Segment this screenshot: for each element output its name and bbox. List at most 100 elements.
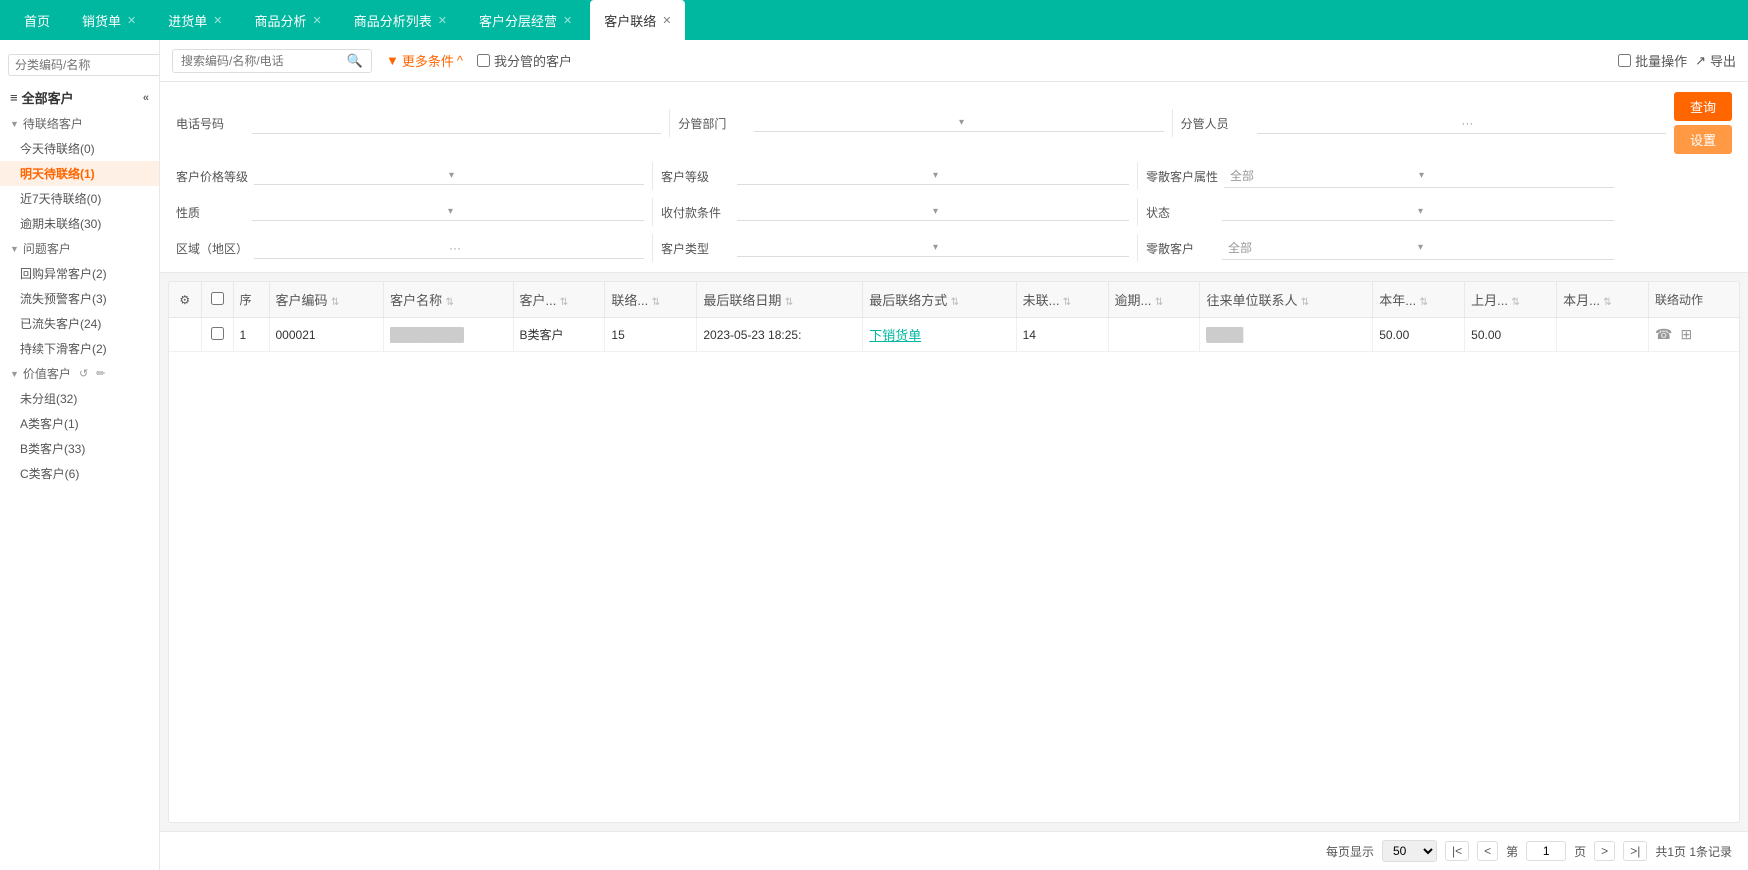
divider3 — [652, 162, 653, 190]
filter-price-grade-select[interactable]: ▾ — [254, 167, 644, 185]
filter-status-select[interactable]: ▾ — [1222, 203, 1614, 221]
sidebar-b-class[interactable]: B类客户(33) — [0, 436, 159, 461]
close-purchase-icon[interactable]: ✕ — [213, 14, 222, 27]
sidebar-churned[interactable]: 已流失客户(24) — [0, 311, 159, 336]
filter-region-select[interactable]: ··· — [254, 238, 644, 259]
value-refresh-icon[interactable]: ↺ — [79, 367, 88, 380]
more-filter-btn[interactable]: ▼ 更多条件 ^ — [380, 48, 469, 73]
filter-payment-select[interactable]: ▾ — [737, 203, 1129, 221]
data-table: ⚙ 序 客户编码 ⇅ 客户名称 ⇅ 客户... ⇅ 联络... ⇅ 最后联络日期… — [169, 282, 1739, 352]
filter-row-4: 区域（地区） ··· 客户类型 ▾ 零散客户 — [176, 234, 1732, 262]
page-size-select[interactable]: 50 100 200 — [1382, 840, 1437, 862]
sidebar-tomorrow-pending[interactable]: 明天待联络(1) — [0, 161, 159, 186]
row-checkbox[interactable] — [211, 327, 224, 340]
close-ct-icon[interactable]: ✕ — [563, 14, 572, 27]
th-contact-count[interactable]: 联络... ⇅ — [605, 282, 697, 318]
filter-phone-input[interactable] — [252, 113, 661, 134]
th-unit-contact[interactable]: 往来单位联系人 ⇅ — [1200, 282, 1373, 318]
sort-cc-icon: ⇅ — [652, 297, 660, 308]
sidebar-today-pending[interactable]: 今天待联络(0) — [0, 136, 159, 161]
filter-retail-customer-select[interactable]: 全部 ▾ — [1222, 236, 1614, 260]
col-settings[interactable]: ⚙ — [169, 282, 201, 318]
sidebar-collapse-icon[interactable]: « — [143, 92, 149, 104]
phone-action-icon[interactable]: ☎ — [1655, 326, 1672, 343]
close-pl-icon[interactable]: ✕ — [438, 14, 447, 27]
th-type[interactable]: 客户... ⇅ — [513, 282, 605, 318]
sidebar-churn-warning[interactable]: 流失预警客户(3) — [0, 286, 159, 311]
group-pending[interactable]: 待联络客户 — [0, 111, 159, 136]
filter-retail-attr-select[interactable]: 全部 ▾ — [1224, 164, 1614, 188]
person-dots-icon[interactable]: ··· — [1461, 116, 1660, 130]
nav-home[interactable]: 首页 — [10, 0, 64, 40]
nav-customer-tier[interactable]: 客户分层经营✕ — [465, 0, 586, 40]
sidebar-7days-pending[interactable]: 近7天待联络(0) — [0, 186, 159, 211]
batch-op-checkbox[interactable] — [1618, 54, 1631, 67]
select-all-checkbox[interactable] — [211, 292, 224, 305]
filter-customer-type-select[interactable]: ▾ — [737, 239, 1129, 257]
sidebar-ungroup[interactable]: 未分组(32) — [0, 386, 159, 411]
nav-product-list[interactable]: 商品分析列表✕ — [340, 0, 461, 40]
export-btn[interactable]: ↗ 导出 — [1695, 51, 1736, 70]
filter-dept: 分管部门 ▾ — [678, 114, 1163, 132]
th-last-month[interactable]: 上月... ⇅ — [1465, 282, 1557, 318]
col-check[interactable] — [201, 282, 233, 318]
page-number-input[interactable] — [1526, 841, 1566, 861]
close-cc-icon[interactable]: ✕ — [662, 14, 671, 27]
th-last-method[interactable]: 最后联络方式 ⇅ — [863, 282, 1016, 318]
nav-purchase[interactable]: 进货单✕ — [154, 0, 236, 40]
sidebar-a-class[interactable]: A类客户(1) — [0, 411, 159, 436]
prev-page-btn[interactable]: < — [1477, 841, 1498, 861]
th-unlink[interactable]: 未联... ⇅ — [1016, 282, 1108, 318]
my-customer-checkbox[interactable] — [477, 54, 490, 67]
filter-customer-grade-select[interactable]: ▾ — [737, 167, 1129, 185]
filter-dept-select[interactable]: ▾ — [754, 114, 1163, 132]
filter-customer-type-label: 客户类型 — [661, 240, 731, 257]
th-this-year[interactable]: 本年... ⇅ — [1373, 282, 1465, 318]
sidebar-search-input[interactable] — [8, 54, 160, 76]
set-button[interactable]: 设置 — [1674, 125, 1732, 154]
filter-row-3: 性质 ▾ 收付款条件 ▾ 状态 — [176, 198, 1732, 226]
next-page-btn[interactable]: > — [1594, 841, 1615, 861]
th-last-date[interactable]: 最后联络日期 ⇅ — [697, 282, 863, 318]
sidebar-c-class[interactable]: C类客户(6) — [0, 461, 159, 486]
nav-customer-contact[interactable]: 客户联络✕ — [590, 0, 685, 40]
search-icon[interactable]: 🔍 — [347, 53, 363, 69]
nav-product-analysis[interactable]: 商品分析✕ — [240, 0, 335, 40]
search-input[interactable] — [181, 54, 343, 68]
sort-uc-icon: ⇅ — [1301, 297, 1309, 308]
toolbar-search-box[interactable]: 🔍 — [172, 49, 372, 73]
group-problem[interactable]: 问题客户 — [0, 236, 159, 261]
sidebar: 🔍 ≡ 全部客户 « 待联络客户 今天待联络(0) 明天待联络(1) 近7天待联… — [0, 40, 160, 870]
close-sales-icon[interactable]: ✕ — [127, 14, 136, 27]
sort-od-icon: ⇅ — [1155, 297, 1163, 308]
filter-person-select[interactable]: ··· — [1257, 113, 1666, 134]
total-info: 共1页 1条记录 — [1655, 843, 1732, 860]
last-page-btn[interactable]: >| — [1623, 841, 1647, 861]
my-customer-check[interactable]: 我分管的客户 — [477, 51, 572, 70]
all-customers-title: ≡ 全部客户 « — [0, 82, 159, 111]
first-page-btn[interactable]: |< — [1445, 841, 1469, 861]
th-name[interactable]: 客户名称 ⇅ — [384, 282, 513, 318]
content-area: 🔍 ▼ 更多条件 ^ 我分管的客户 批量操作 ↗ 导出 — [160, 40, 1748, 870]
td-check[interactable] — [201, 318, 233, 352]
region-dots-icon[interactable]: ··· — [449, 241, 638, 255]
per-page-label: 每页显示 — [1326, 843, 1374, 860]
td-last-method[interactable]: 下销货单 — [863, 318, 1016, 352]
close-pa-icon[interactable]: ✕ — [313, 14, 322, 27]
sidebar-overdue-pending[interactable]: 逾期未联络(30) — [0, 211, 159, 236]
batch-op-btn[interactable]: 批量操作 — [1618, 51, 1687, 70]
sidebar-abnormal[interactable]: 回购异常客户(2) — [0, 261, 159, 286]
filter-nature-select[interactable]: ▾ — [252, 203, 644, 221]
th-this-month[interactable]: 本月... ⇅ — [1557, 282, 1649, 318]
grid-action-icon[interactable]: ⊞ — [1680, 326, 1692, 343]
value-edit-icon[interactable]: ✏ — [96, 367, 105, 380]
sort-ld-icon: ⇅ — [785, 297, 793, 308]
sidebar-declining[interactable]: 持续下滑客户(2) — [0, 336, 159, 361]
table-footer: 每页显示 50 100 200 |< < 第 页 > >| 共1页 1条记录 — [160, 831, 1748, 870]
group-value[interactable]: 价值客户 ↺ ✏ — [0, 361, 159, 386]
th-code[interactable]: 客户编码 ⇅ — [269, 282, 384, 318]
th-overdue[interactable]: 逾期... ⇅ — [1108, 282, 1200, 318]
last-method-link[interactable]: 下销货单 — [869, 328, 921, 343]
nav-sales[interactable]: 销货单✕ — [68, 0, 150, 40]
query-button[interactable]: 查询 — [1674, 92, 1732, 121]
